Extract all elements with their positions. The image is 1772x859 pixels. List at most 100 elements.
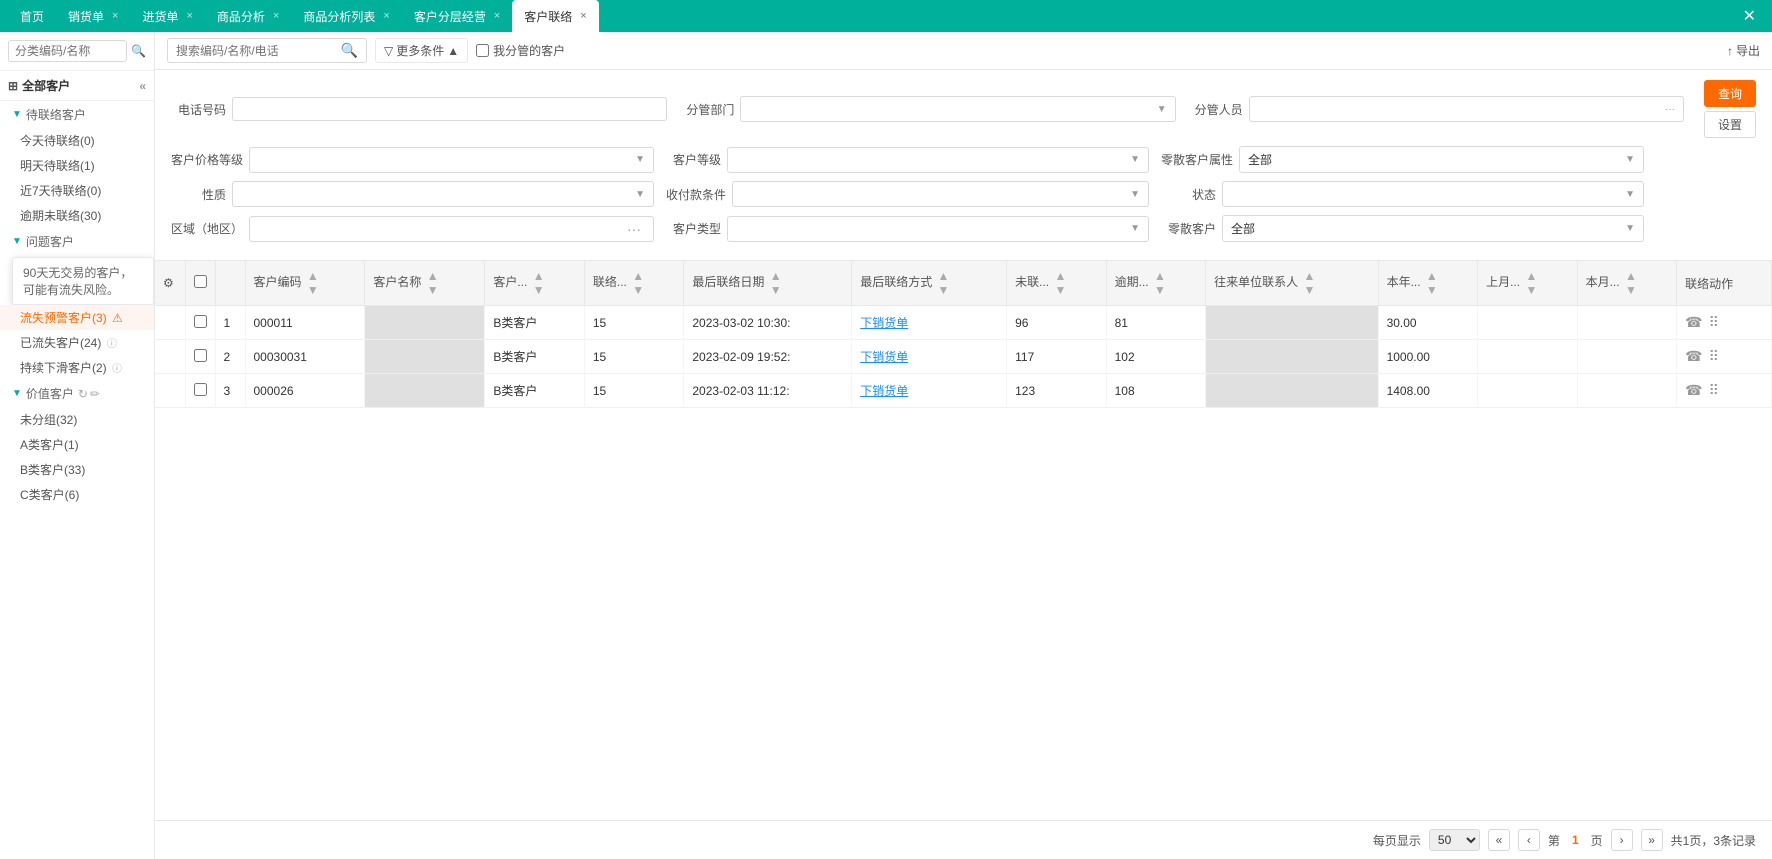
nav-tab-analysis[interactable]: 商品分析 ×	[205, 0, 291, 32]
nav-tab-analysis-list-close[interactable]: ×	[383, 10, 389, 22]
col-contact[interactable]: 联络... ▲▼	[584, 261, 684, 306]
col-last-month[interactable]: 上月... ▲▼	[1478, 261, 1578, 306]
sidebar-item-overdue[interactable]: 逾期未联络(30)	[0, 203, 154, 228]
action-more-icon[interactable]: ⠿	[1709, 382, 1719, 399]
nav-tab-customer-tier-close[interactable]: ×	[494, 10, 500, 22]
sidebar-search-icon[interactable]: 🔍	[131, 44, 146, 58]
col-last-contact-method[interactable]: 最后联络方式 ▲▼	[852, 261, 1007, 306]
my-customers-checkbox[interactable]	[476, 44, 489, 57]
search-input[interactable]	[176, 44, 341, 58]
cell-this-year: 1000.00	[1378, 340, 1478, 374]
sidebar-item-tomorrow[interactable]: 明天待联络(1)	[0, 153, 154, 178]
cell-contact: 15	[584, 306, 684, 340]
nav-tab-sales[interactable]: 销货单 ×	[56, 0, 130, 32]
lost-info-icon: ⓘ	[107, 339, 117, 350]
sidebar-group-value-customers[interactable]: ▼ 价值客户 ↻ ✏	[0, 380, 154, 407]
settings-button[interactable]: 设置	[1704, 111, 1756, 138]
filter-phone-input[interactable]	[232, 97, 667, 121]
col-customer-code[interactable]: 客户编码 ▲▼	[245, 261, 365, 306]
row-checkbox[interactable]	[194, 383, 207, 396]
sidebar-search-input[interactable]	[8, 40, 127, 62]
filter-retail-attr-select[interactable]: 全部 ▼	[1239, 146, 1644, 173]
sidebar-collapse-icon[interactable]: «	[139, 79, 146, 93]
nav-tab-customer-tier[interactable]: 客户分层经营 ×	[402, 0, 512, 32]
search-button[interactable]: 🔍	[341, 42, 358, 59]
sidebar-item-week-label: 近7天待联络(0)	[20, 184, 101, 198]
nav-tab-purchase[interactable]: 进货单 ×	[130, 0, 204, 32]
first-page-button[interactable]: «	[1488, 829, 1510, 851]
nav-tab-customer-contact-close[interactable]: ×	[580, 10, 586, 22]
action-more-icon[interactable]: ⠿	[1709, 314, 1719, 331]
sidebar-item-class-a[interactable]: A类客户(1)	[0, 432, 154, 457]
export-button[interactable]: ↑ 导出	[1727, 42, 1760, 59]
filter-person-select[interactable]: ···	[1249, 96, 1684, 122]
sidebar-item-week[interactable]: 近7天待联络(0)	[0, 178, 154, 203]
sidebar-item-ungrouped-label: 未分组(32)	[20, 413, 77, 427]
last-method-link[interactable]: 下销货单	[860, 316, 908, 330]
table-row: 2 00030031 B类客户 15 2023-02-09 19:52: 下销货…	[155, 340, 1772, 374]
filter-retail-customer-select[interactable]: 全部 ▼	[1222, 215, 1644, 242]
filter-dept-select[interactable]: ▼	[740, 96, 1175, 122]
col-this-month[interactable]: 本月... ▲▼	[1577, 261, 1677, 306]
filter-customer-level-select[interactable]: ▼	[727, 147, 1149, 173]
search-query-button[interactable]: 查询	[1704, 80, 1756, 107]
value-customers-label: 价值客户	[26, 385, 74, 402]
page-size-select[interactable]: 50 10 20 100	[1429, 829, 1480, 851]
cell-type: B类客户	[485, 374, 585, 408]
filter-retail-attr-value: 全部	[1248, 151, 1272, 168]
filter-customer-type-select[interactable]: ▼	[727, 216, 1149, 242]
filter-nature-select[interactable]: ▼	[232, 181, 654, 207]
sidebar-group-problem-customers[interactable]: ▼ 问题客户	[0, 228, 154, 255]
filter-region-dots[interactable]: ···	[623, 221, 645, 237]
sidebar-item-lost[interactable]: 已流失客户(24) ⓘ	[0, 330, 154, 355]
cell-last-month	[1478, 374, 1578, 408]
filter-payment-select[interactable]: ▼	[732, 181, 1149, 207]
col-unit-contact[interactable]: 往来单位联系人 ▲▼	[1206, 261, 1378, 306]
filter-customer-level: 客户等级 ▼	[666, 147, 1149, 173]
col-uncontacted[interactable]: 未联... ▲▼	[1007, 261, 1107, 306]
nav-tab-purchase-label: 进货单	[142, 8, 178, 25]
action-phone-icon[interactable]: ☎	[1685, 314, 1702, 331]
sidebar-item-today[interactable]: 今天待联络(0)	[0, 128, 154, 153]
nav-tab-sales-close[interactable]: ×	[112, 10, 118, 22]
last-page-button[interactable]: »	[1641, 829, 1663, 851]
nav-tab-customer-contact[interactable]: 客户联络 ×	[512, 0, 598, 32]
more-filters-button[interactable]: ▽ 更多条件 ▲	[375, 38, 468, 63]
sidebar-item-class-b[interactable]: B类客户(33)	[0, 457, 154, 482]
last-method-link[interactable]: 下销货单	[860, 384, 908, 398]
col-settings[interactable]: ⚙	[155, 261, 185, 306]
prev-page-button[interactable]: ‹	[1518, 829, 1540, 851]
action-phone-icon[interactable]: ☎	[1685, 348, 1702, 365]
action-more-icon[interactable]: ⠿	[1709, 348, 1719, 365]
col-this-year[interactable]: 本年... ▲▼	[1378, 261, 1478, 306]
col-customer-name[interactable]: 客户名称 ▲▼	[365, 261, 485, 306]
nav-tab-analysis-close[interactable]: ×	[273, 10, 279, 22]
filter-person: 分管人员 ···	[1188, 96, 1684, 122]
row-checkbox[interactable]	[194, 349, 207, 362]
next-page-button[interactable]: ›	[1611, 829, 1633, 851]
col-overdue[interactable]: 逾期... ▲▼	[1106, 261, 1206, 306]
col-last-contact-date[interactable]: 最后联络日期 ▲▼	[684, 261, 852, 306]
action-phone-icon[interactable]: ☎	[1685, 382, 1702, 399]
filter-status-select[interactable]: ▼	[1222, 181, 1644, 207]
sidebar-item-class-c[interactable]: C类客户(6)	[0, 482, 154, 507]
col-customer-type[interactable]: 客户... ▲▼	[485, 261, 585, 306]
sidebar-item-ungrouped[interactable]: 未分组(32)	[0, 407, 154, 432]
sidebar-item-predicted-lost[interactable]: 流失预警客户(3) ⚠	[0, 305, 154, 330]
nav-tab-analysis-list[interactable]: 商品分析列表 ×	[291, 0, 401, 32]
sidebar-group-pending-contact[interactable]: ▼ 待联络客户	[0, 101, 154, 128]
sidebar-item-declining[interactable]: 持续下滑客户(2) ⓘ	[0, 355, 154, 380]
all-customers-header[interactable]: ⊞ 全部客户 «	[0, 71, 154, 101]
close-all-button[interactable]: ✕	[1735, 6, 1764, 26]
select-all-checkbox[interactable]	[194, 275, 207, 288]
value-customers-refresh-icon[interactable]: ↻	[78, 387, 88, 401]
nav-tab-purchase-close[interactable]: ×	[186, 10, 192, 22]
filter-region-select[interactable]: ···	[249, 216, 654, 242]
value-customers-edit-icon[interactable]: ✏	[90, 387, 100, 401]
my-customers-wrap: 我分管的客户	[476, 42, 565, 59]
last-method-link[interactable]: 下销货单	[860, 350, 908, 364]
filter-price-level-select[interactable]: ▼	[249, 147, 654, 173]
nav-tab-home[interactable]: 首页	[8, 0, 56, 32]
sidebar-item-tomorrow-label: 明天待联络(1)	[20, 159, 95, 173]
row-checkbox[interactable]	[194, 315, 207, 328]
